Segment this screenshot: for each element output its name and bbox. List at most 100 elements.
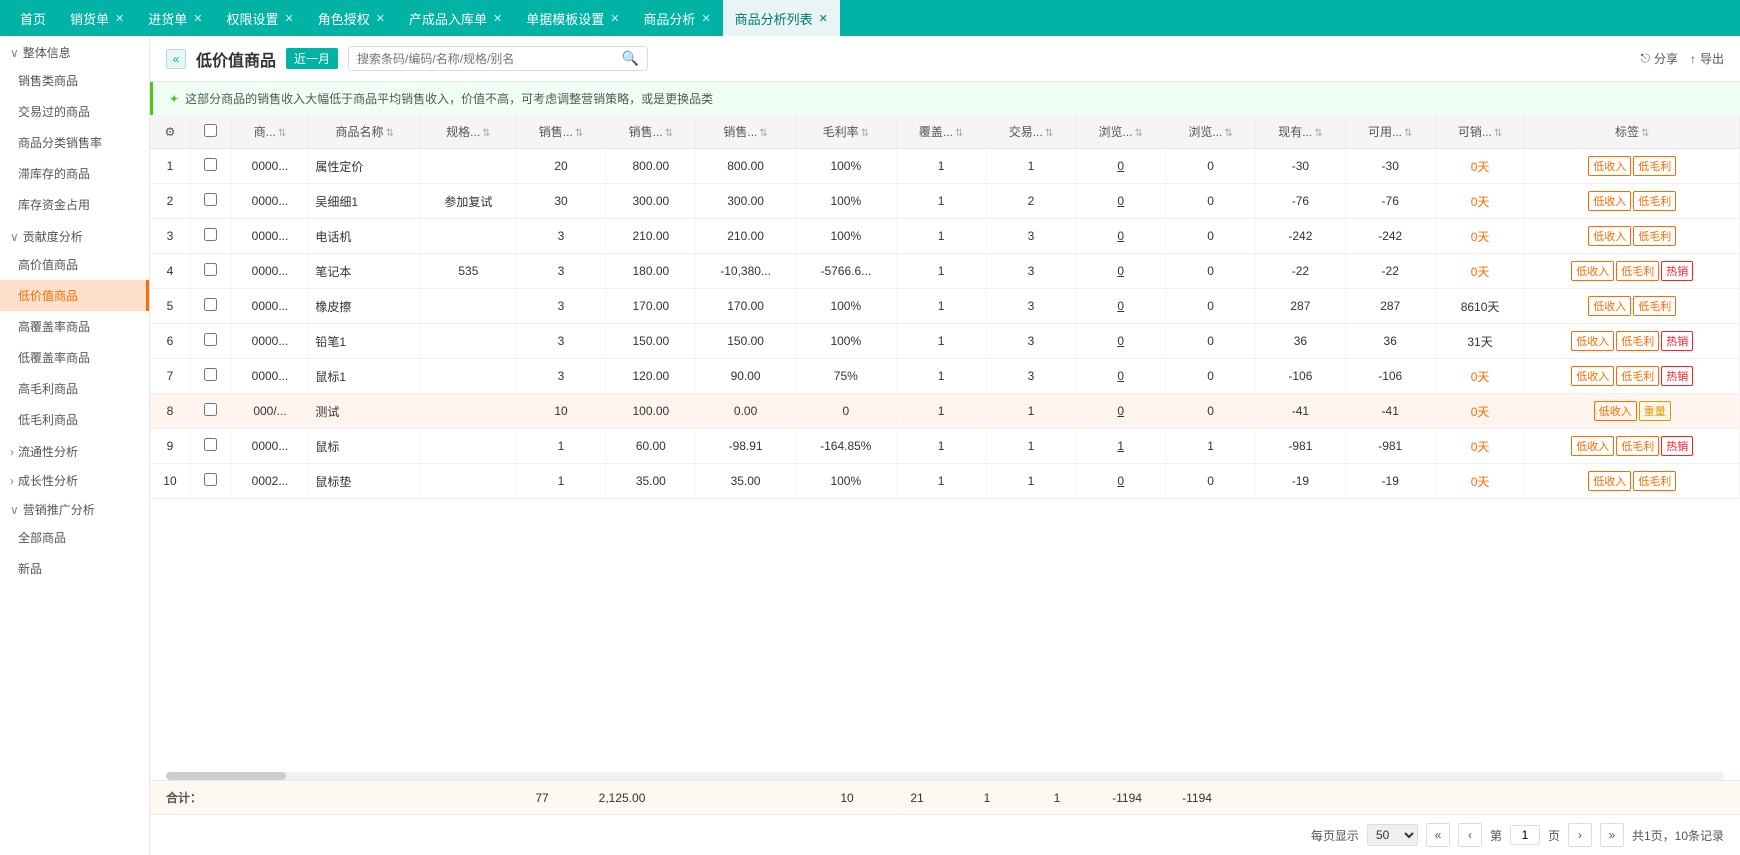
view1-link[interactable]: 0: [1117, 369, 1124, 383]
col-trade[interactable]: 交易...⇅: [986, 115, 1076, 149]
nav-template-settings[interactable]: 单据模板设置 ✕: [514, 0, 631, 36]
row-view1[interactable]: 1: [1076, 429, 1166, 464]
row-checkbox[interactable]: [190, 219, 231, 254]
row-view1[interactable]: 0: [1076, 359, 1166, 394]
view1-link[interactable]: 0: [1117, 404, 1124, 418]
page-size-select[interactable]: 50 100 200: [1367, 824, 1418, 846]
view1-link[interactable]: 0: [1117, 194, 1124, 208]
row-select-checkbox[interactable]: [204, 228, 217, 241]
close-icon[interactable]: ✕: [115, 12, 124, 25]
row-view1[interactable]: 0: [1076, 324, 1166, 359]
close-icon[interactable]: ✕: [701, 12, 710, 25]
col-view2[interactable]: 浏览...⇅: [1166, 115, 1256, 149]
view1-link[interactable]: 1: [1117, 439, 1124, 453]
col-available[interactable]: 可用...⇅: [1345, 115, 1435, 149]
view1-link[interactable]: 0: [1117, 264, 1124, 278]
col-name[interactable]: 商品名称⇅: [309, 115, 421, 149]
search-input[interactable]: [357, 52, 622, 66]
sidebar-section-overall[interactable]: ∨ 整体信息: [0, 36, 149, 65]
nav-home[interactable]: 首页: [8, 0, 58, 36]
close-icon[interactable]: ✕: [376, 12, 385, 25]
close-icon[interactable]: ✕: [610, 12, 619, 25]
sidebar-section-liquidity[interactable]: › 流通性分析: [0, 435, 149, 464]
search-icon[interactable]: 🔍: [622, 50, 639, 67]
row-select-checkbox[interactable]: [204, 368, 217, 381]
row-view1[interactable]: 0: [1076, 219, 1166, 254]
sidebar-item-low-coverage[interactable]: 低覆盖率商品: [0, 342, 149, 373]
row-view1[interactable]: 0: [1076, 184, 1166, 219]
share-button[interactable]: ⎋ 分享: [1640, 50, 1678, 67]
last-page-button[interactable]: »: [1600, 823, 1624, 847]
view1-link[interactable]: 0: [1117, 159, 1124, 173]
col-code[interactable]: 商...⇅: [231, 115, 309, 149]
page-number-input[interactable]: [1510, 825, 1540, 845]
row-select-checkbox[interactable]: [204, 438, 217, 451]
sidebar-item-low-margin[interactable]: 低毛利商品: [0, 404, 149, 435]
col-cover[interactable]: 覆盖...⇅: [896, 115, 986, 149]
col-spec[interactable]: 规格...⇅: [421, 115, 516, 149]
row-select-checkbox[interactable]: [204, 473, 217, 486]
col-sales-avg[interactable]: 销售...⇅: [696, 115, 796, 149]
nav-product-analysis[interactable]: 商品分析 ✕: [631, 0, 722, 36]
select-all-checkbox[interactable]: [204, 124, 217, 137]
row-view1[interactable]: 0: [1076, 149, 1166, 184]
row-select-checkbox[interactable]: [204, 158, 217, 171]
sidebar-section-growth[interactable]: › 成长性分析: [0, 464, 149, 493]
row-select-checkbox[interactable]: [204, 263, 217, 276]
view1-link[interactable]: 0: [1117, 229, 1124, 243]
row-select-checkbox[interactable]: [204, 193, 217, 206]
nav-product-inbound[interactable]: 产成品入库单 ✕: [397, 0, 514, 36]
nav-role-auth[interactable]: 角色授权 ✕: [306, 0, 397, 36]
nav-permission-settings[interactable]: 权限设置 ✕: [214, 0, 305, 36]
close-icon[interactable]: ✕: [493, 12, 502, 25]
sidebar-item-traded-products[interactable]: 交易过的商品: [0, 96, 149, 127]
sidebar-item-all-products[interactable]: 全部商品: [0, 522, 149, 553]
row-checkbox[interactable]: [190, 184, 231, 219]
close-icon[interactable]: ✕: [193, 12, 202, 25]
col-sales-qty[interactable]: 销售...⇅: [516, 115, 606, 149]
sidebar-item-high-coverage[interactable]: 高覆盖率商品: [0, 311, 149, 342]
sidebar-section-contribution[interactable]: ∨ 贡献度分析: [0, 220, 149, 249]
nav-product-analysis-list[interactable]: 商品分析列表 ✕: [723, 0, 840, 36]
col-settings[interactable]: ⚙: [150, 115, 190, 149]
row-checkbox[interactable]: [190, 254, 231, 289]
col-view1[interactable]: 浏览...⇅: [1076, 115, 1166, 149]
sidebar-item-sales-products[interactable]: 销售类商品: [0, 65, 149, 96]
row-view1[interactable]: 0: [1076, 394, 1166, 429]
sidebar-item-high-value[interactable]: 高价值商品: [0, 249, 149, 280]
sidebar-item-new-products[interactable]: 新品: [0, 553, 149, 584]
row-select-checkbox[interactable]: [204, 333, 217, 346]
export-button[interactable]: ↑ 导出: [1690, 50, 1724, 67]
view1-link[interactable]: 0: [1117, 474, 1124, 488]
col-gross-rate[interactable]: 毛利率⇅: [795, 115, 896, 149]
first-page-button[interactable]: «: [1426, 823, 1450, 847]
horizontal-scrollbar[interactable]: [166, 772, 1724, 780]
nav-sales-order[interactable]: 销货单 ✕: [58, 0, 136, 36]
close-icon[interactable]: ✕: [819, 12, 828, 25]
close-icon[interactable]: ✕: [285, 12, 294, 25]
row-checkbox[interactable]: [190, 464, 231, 499]
row-checkbox[interactable]: [190, 394, 231, 429]
view1-link[interactable]: 0: [1117, 299, 1124, 313]
prev-page-button[interactable]: ‹: [1458, 823, 1482, 847]
period-tag[interactable]: 近一月: [286, 48, 338, 69]
row-view1[interactable]: 0: [1076, 289, 1166, 324]
col-saleable[interactable]: 可销...⇅: [1435, 115, 1525, 149]
view1-link[interactable]: 0: [1117, 334, 1124, 348]
sidebar-collapse-button[interactable]: «: [166, 49, 186, 69]
row-view1[interactable]: 0: [1076, 254, 1166, 289]
sidebar-section-marketing[interactable]: ∨ 营销推广分析: [0, 493, 149, 522]
col-tags[interactable]: 标签⇅: [1525, 115, 1740, 149]
row-checkbox[interactable]: [190, 149, 231, 184]
sidebar-item-low-value[interactable]: 低价值商品: [0, 280, 149, 311]
row-checkbox[interactable]: [190, 289, 231, 324]
col-stock[interactable]: 现有...⇅: [1255, 115, 1345, 149]
row-select-checkbox[interactable]: [204, 298, 217, 311]
nav-purchase-order[interactable]: 进货单 ✕: [136, 0, 214, 36]
row-checkbox[interactable]: [190, 324, 231, 359]
sidebar-item-high-margin[interactable]: 高毛利商品: [0, 373, 149, 404]
row-checkbox[interactable]: [190, 359, 231, 394]
col-sales-amt[interactable]: 销售...⇅: [606, 115, 696, 149]
next-page-button[interactable]: ›: [1568, 823, 1592, 847]
row-checkbox[interactable]: [190, 429, 231, 464]
